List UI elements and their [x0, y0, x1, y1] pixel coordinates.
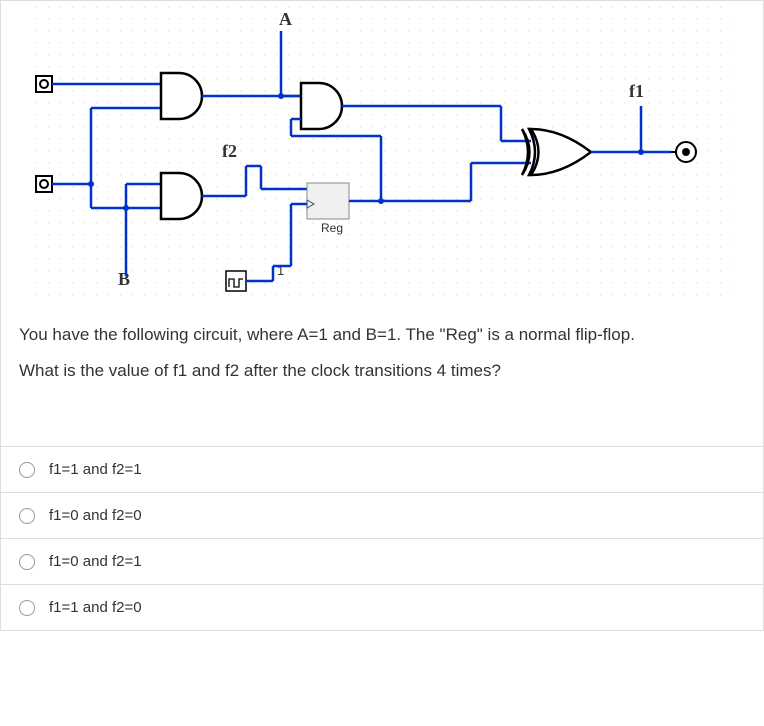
question-text: You have the following circuit, where A=…: [1, 311, 763, 406]
input-port-bottom: [36, 176, 52, 192]
radio-icon: [19, 508, 35, 524]
circuit-diagram: A f1 f2 B C Q D en Reg 1: [1, 1, 763, 311]
output-port: [671, 142, 696, 162]
radio-icon: [19, 554, 35, 570]
option-4[interactable]: f1=1 and f2=0: [1, 584, 763, 630]
input-port-top: [36, 76, 52, 92]
and-gate-2: [161, 173, 202, 219]
quiz-card: A f1 f2 B C Q D en Reg 1: [0, 0, 764, 631]
xor-gate: [522, 129, 591, 175]
option-label: f1=1 and f2=0: [49, 599, 142, 616]
and-gate-1: [161, 73, 202, 119]
circuit-svg: [1, 1, 764, 311]
radio-icon: [19, 462, 35, 478]
question-line-1: You have the following circuit, where A=…: [19, 317, 745, 353]
and-gate-3: [301, 83, 342, 129]
option-2[interactable]: f1=0 and f2=0: [1, 492, 763, 538]
option-3[interactable]: f1=0 and f2=1: [1, 538, 763, 584]
option-label: f1=0 and f2=0: [49, 507, 142, 524]
answer-options: f1=1 and f2=1 f1=0 and f2=0 f1=0 and f2=…: [1, 446, 763, 630]
option-label: f1=1 and f2=1: [49, 461, 142, 478]
option-1[interactable]: f1=1 and f2=1: [1, 446, 763, 492]
question-line-2: What is the value of f1 and f2 after the…: [19, 353, 745, 389]
register-block: [307, 183, 349, 219]
option-label: f1=0 and f2=1: [49, 553, 142, 570]
radio-icon: [19, 600, 35, 616]
